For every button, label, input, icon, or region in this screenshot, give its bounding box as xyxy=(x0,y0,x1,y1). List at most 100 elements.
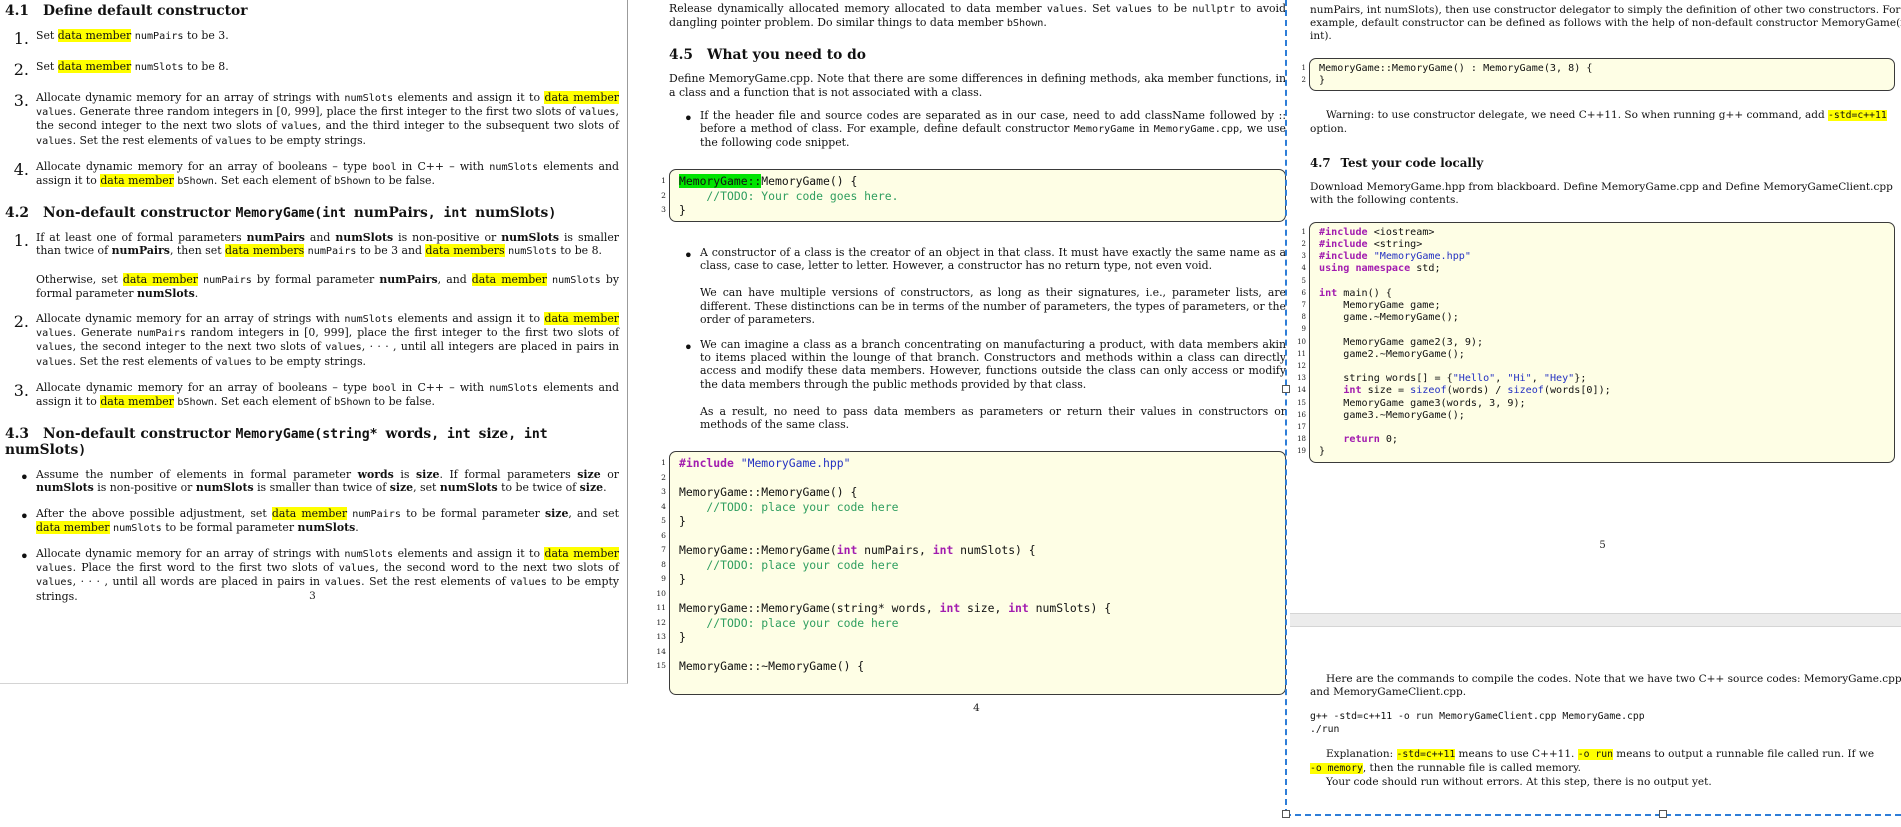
text-segment: is xyxy=(393,468,417,482)
text-segment: numSlots xyxy=(297,520,356,534)
line-number: 8 xyxy=(661,559,666,569)
text-segment: } xyxy=(1319,446,1326,458)
text-segment: to be formal parameter xyxy=(161,520,298,534)
text-segment: , int xyxy=(508,427,548,443)
text-segment: and MemoryGameClient.cpp. xyxy=(1310,685,1467,698)
text-segment: values xyxy=(36,135,73,147)
highlighted-text: data member xyxy=(100,395,174,409)
text-segment: Assume the number of elements in formal … xyxy=(36,468,358,482)
list-item: • After the above possible adjustment, se… xyxy=(5,506,619,535)
text-segment: numSlots xyxy=(134,62,184,73)
list-item: 2. Set data member numSlots to be 8. xyxy=(5,60,619,79)
list: • If the header file and source codes are… xyxy=(669,109,1286,150)
text-segment: <iostream> xyxy=(1367,226,1435,238)
text-segment: numSlots xyxy=(36,481,94,495)
section-heading: 4.3 Non-default constructor MemoryGame(st… xyxy=(5,426,619,458)
text-segment: , set xyxy=(413,481,440,495)
code-gutter: 1 2 3 4 5 6 7 8 9 10 11 12 13 14 15 16 17 18 19 xyxy=(1296,222,1309,463)
page-3-content: 4.1 Define default constructor 1. Set data … xyxy=(0,0,627,603)
text-segment: numSlots xyxy=(344,549,394,561)
line-number: 2 xyxy=(661,190,666,200)
text-segment: Define default constructor xyxy=(43,3,248,19)
text-segment: MemoryGame(int xyxy=(235,206,354,222)
text-segment: MemoryGame::MemoryGame( xyxy=(679,543,837,558)
text-segment: return xyxy=(1343,434,1380,446)
text-segment: int xyxy=(1008,601,1029,616)
code-line: } xyxy=(1319,446,1890,458)
text-segment: , xyxy=(1531,373,1544,385)
highlighted-text: data member xyxy=(36,520,110,534)
text-lines: Here are the commands to compile the cod… xyxy=(1310,673,1901,699)
code-block: 1 2 3 4 5 6 7 8 9 10 11 12 13 14 15 #include "MemoryGam… xyxy=(653,451,1286,695)
text-segment: Download MemoryGame.hpp from blackboard.… xyxy=(1310,180,1893,193)
text-segment: Test your code locally xyxy=(1340,155,1484,170)
text-segment: . xyxy=(355,520,359,534)
text-segment: values xyxy=(215,356,252,368)
document-page-6: Here are the commands to compile the cod… xyxy=(1293,627,1901,827)
page-5-content: numPairs, int numSlots), then use constr… xyxy=(1293,0,1901,463)
line-number: 3 xyxy=(661,487,666,497)
text-segment: Set xyxy=(36,60,58,73)
text-segment: string words[] = { xyxy=(1319,373,1453,385)
text-segment: by formal parameter xyxy=(251,272,380,286)
line-number: 5 xyxy=(661,516,666,526)
text-segment: elements and assign it to xyxy=(393,312,545,326)
text-segment: MemoryGame:: xyxy=(679,174,762,189)
text-segment: and xyxy=(304,231,336,245)
text-line: Download MemoryGame.hpp from blackboard.… xyxy=(1310,181,1895,194)
text-segment: values xyxy=(1115,4,1153,15)
text-segment: <string> xyxy=(1367,238,1423,250)
text-segment: If at least one of formal parameters xyxy=(36,231,247,245)
text-segment: . Set each element of xyxy=(213,174,335,188)
code-line: //TODO: Your code goes here. xyxy=(679,189,1281,204)
selection-handle-left[interactable] xyxy=(1282,385,1290,393)
code-line: MemoryGame game3(words, 3, 9); xyxy=(1319,398,1890,410)
text-segment: option. xyxy=(1310,123,1348,136)
selection-border-bottom[interactable] xyxy=(1285,814,1901,816)
line-number: 1 xyxy=(1301,63,1306,72)
text-segment: #include xyxy=(1319,238,1368,250)
text-segment: (words[0]); xyxy=(1543,385,1611,397)
highlighted-text: -std=c++11 xyxy=(1828,110,1887,122)
item-marker: • xyxy=(683,337,693,357)
text-line: Warning: to use constructor delegate, we… xyxy=(1310,109,1895,123)
line-number: 9 xyxy=(661,574,666,584)
paragraph: Otherwise, set data member numPairs by f… xyxy=(36,272,619,300)
text-segment: using namespace xyxy=(1319,263,1411,275)
text-lines: Warning: to use constructor delegate, we… xyxy=(1310,109,1895,136)
text-segment: MemoryGame::~MemoryGame() { xyxy=(679,659,865,674)
text-segment: is smaller than twice of xyxy=(253,481,390,495)
text-segment: "MemoryGame.hpp" xyxy=(1373,251,1471,263)
text-segment: size, xyxy=(960,601,1009,616)
item-text: After the above possible adjustment, set… xyxy=(36,506,619,535)
text-segment: MemoryGame(string* xyxy=(235,427,386,443)
heading-title: What you need to do xyxy=(707,47,866,63)
highlighted-text: data member xyxy=(57,29,132,42)
line-number: 2 xyxy=(1301,239,1306,248)
text-segment: numSlots xyxy=(344,93,394,104)
text-segment: numPairs, int numSlots), then use constr… xyxy=(1310,4,1901,16)
selection-border-left[interactable] xyxy=(1285,0,1287,815)
selection-handle-corner[interactable] xyxy=(1282,810,1290,818)
text-segment: Otherwise, set xyxy=(36,272,123,286)
highlighted-text: data member xyxy=(100,174,174,188)
document-page-5: numPairs, int numSlots), then use constr… xyxy=(1293,0,1901,613)
text-segment: main() { xyxy=(1337,287,1392,299)
text-segment: } xyxy=(679,203,686,218)
text-segment: MemoryGame::MemoryGame() { xyxy=(679,485,858,500)
text-segment: Explanation: xyxy=(1326,747,1397,760)
page-number: 5 xyxy=(1599,540,1606,551)
text-segment: numSlots) { xyxy=(953,543,1036,558)
paragraph: Define MemoryGame.cpp. Note that there a… xyxy=(669,72,1286,98)
text-segment: int). xyxy=(1310,29,1332,42)
text-segment: "Hey" xyxy=(1543,373,1575,385)
text-segment: , xyxy=(1495,373,1508,385)
selection-handle-bottom[interactable] xyxy=(1659,810,1667,818)
page-4-content: Release dynamically allocated memory all… xyxy=(629,0,1290,695)
item-text: Allocate dynamic memory for an array of … xyxy=(36,160,619,188)
item-marker: 3. xyxy=(13,380,29,400)
text-segment: . Set the rest elements of xyxy=(361,575,511,589)
text-segment: sizeof xyxy=(1410,385,1447,397)
